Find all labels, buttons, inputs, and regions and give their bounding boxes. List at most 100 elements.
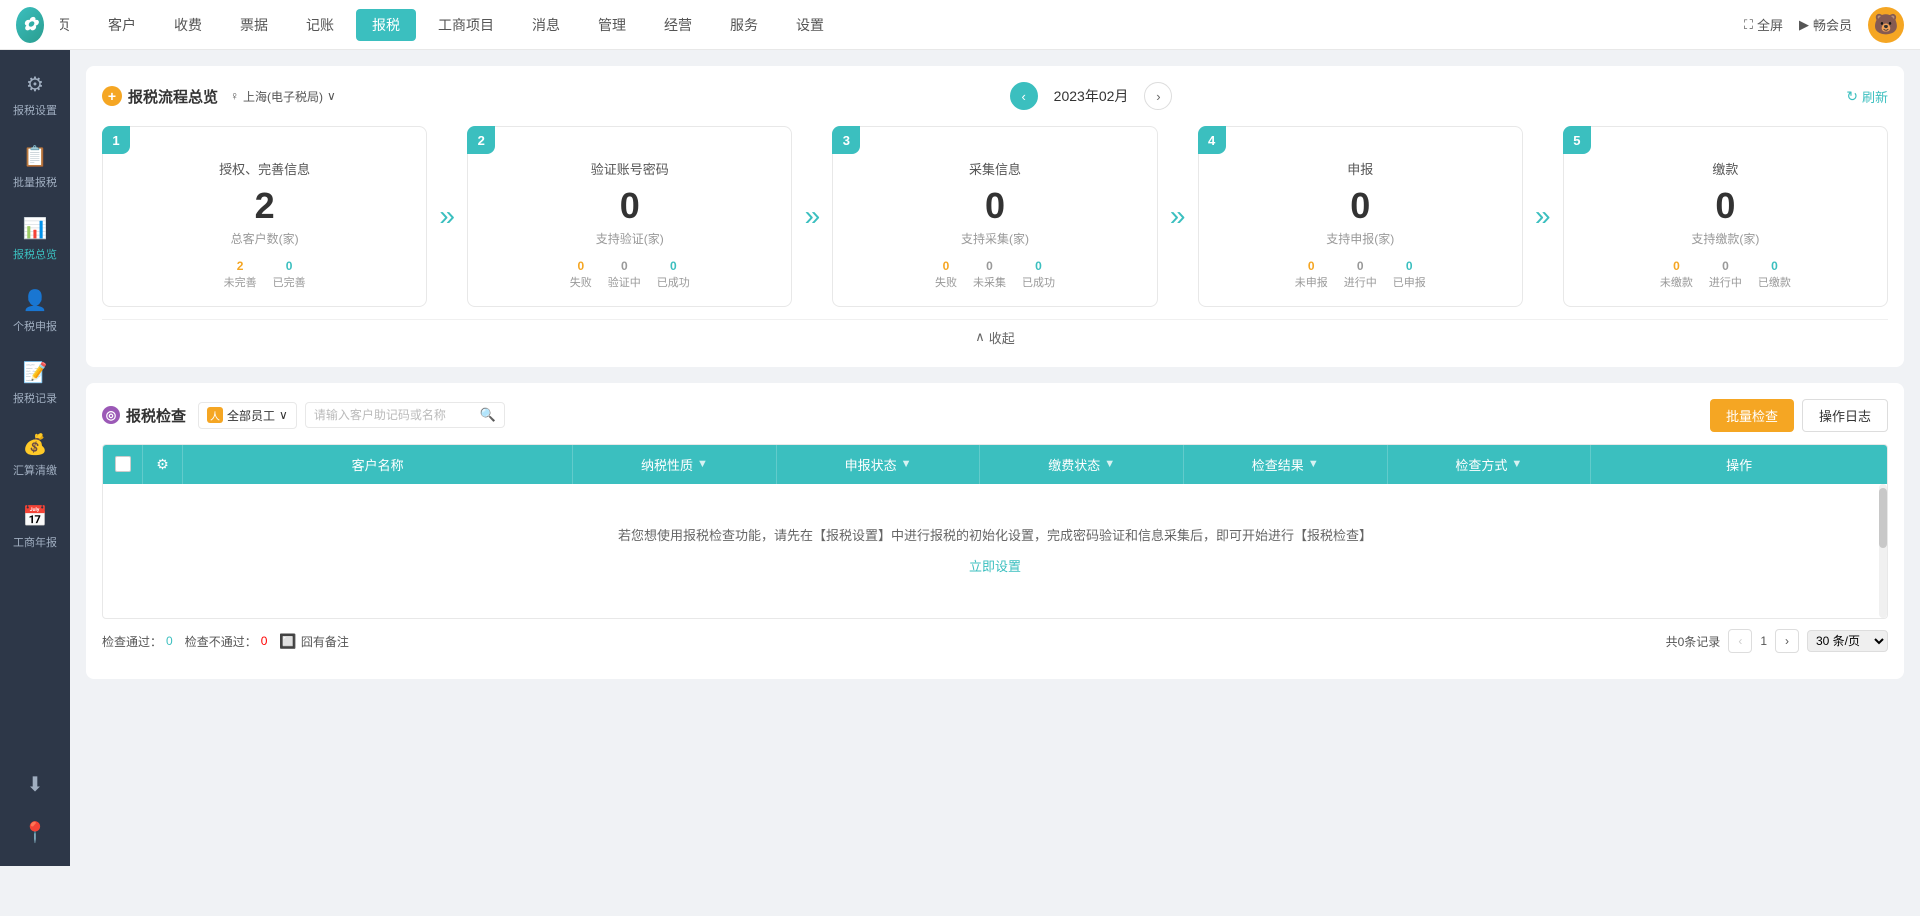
search-input[interactable] [314,408,474,422]
step-2-stat-1[interactable]: 0 验证中 [608,259,641,290]
prev-month-btn[interactable]: ‹ [1010,82,1038,110]
th-settings[interactable]: ⚙ [143,445,183,484]
sidebar-item-tax-record[interactable]: 📝 报税记录 [0,348,70,416]
step-5-stats: 0 未缴款 0 进行中 0 已缴款 [1580,259,1871,290]
member-icon: ▶ [1799,17,1809,33]
step-2-stat-1-label: 验证中 [608,274,641,290]
step-2-stat-2[interactable]: 0 已成功 [657,259,690,290]
nav-item-manage[interactable]: 管理 [582,9,642,41]
footer-fail-value[interactable]: 0 [261,634,268,648]
sidebar-item-batch-tax[interactable]: 📋 批量报税 [0,132,70,200]
step-1-stat-0[interactable]: 2 未完善 [224,259,257,290]
step-1-stat-1[interactable]: 0 已完善 [273,259,306,290]
step-4-card: 4 申报 0 支持申报(家) 0 未申报 0 进行中 0 已申报 [1198,126,1523,307]
arrow-1: » [427,126,467,307]
step-4-stat-0[interactable]: 0 未申报 [1295,259,1328,290]
footer-pass-value[interactable]: 0 [166,634,173,648]
th-tax-nature-filter-icon[interactable]: ▼ [697,458,708,470]
step-3-title: 采集信息 [849,151,1140,178]
table-scrollbar[interactable] [1879,484,1887,619]
step-2-number: 2 [467,126,495,154]
flow-location[interactable]: ♀ 上海(电子税局) ∨ [230,88,336,105]
th-declare-status-label: 申报状态 [845,455,897,474]
sidebar-item-location[interactable]: 📍 [0,808,70,856]
th-checkbox[interactable] [103,445,143,484]
th-pay-status: 缴费状态 ▼ [980,445,1184,484]
search-icon[interactable]: 🔍 [480,407,496,423]
table-empty: 若您想使用报税检查功能，请先在【报税设置】中进行报税的初始化设置，完成密码验证和… [103,484,1887,619]
fullscreen-label: 全屏 [1757,15,1783,34]
step-2-stat-0[interactable]: 0 失败 [570,259,592,290]
sidebar-item-personal-tax[interactable]: 👤 个税申报 [0,276,70,344]
settings-gear-icon: ⚙ [156,456,169,473]
arrow-2-icon: » [805,200,821,232]
sidebar-label-tax-settings: 报税设置 [13,102,57,118]
sidebar-bottom: ⬇ 📍 [0,760,70,866]
next-page-btn[interactable]: › [1775,629,1799,653]
refresh-btn[interactable]: ↻ 刷新 [1846,87,1888,106]
arrow-2: » [792,126,832,307]
sidebar-item-tax-overview[interactable]: 📊 报税总览 [0,204,70,272]
step-5-stat-0-label: 未缴款 [1660,274,1693,290]
nav-item-tax[interactable]: 报税 [356,9,416,41]
mascot[interactable]: 🐻 [1868,7,1904,43]
sidebar-label-personal-tax: 个税申报 [13,318,57,334]
step-3-stat-1-label: 未采集 [973,274,1006,290]
arrow-3: » [1158,126,1198,307]
nav-item-message[interactable]: 消息 [516,9,576,41]
th-check-method-filter-icon[interactable]: ▼ [1511,458,1522,470]
sidebar-label-batch-tax: 批量报税 [13,174,57,190]
batch-check-btn[interactable]: 批量检查 [1710,399,1794,432]
location-dropdown-icon: ∨ [327,89,336,103]
th-pay-filter-icon[interactable]: ▼ [1104,458,1115,470]
batch-tax-icon: 📋 [21,142,49,170]
th-declare-filter-icon[interactable]: ▼ [901,458,912,470]
next-month-btn[interactable]: › [1144,82,1172,110]
setup-link[interactable]: 立即设置 [969,555,1021,578]
nav-item-operation[interactable]: 经营 [648,9,708,41]
step-5-stat-0-value: 0 [1673,259,1680,273]
nav-item-service[interactable]: 服务 [714,9,774,41]
download-icon: ⬇ [21,770,49,798]
step-4-stat-2[interactable]: 0 已申报 [1393,259,1426,290]
header-checkbox[interactable] [115,456,131,472]
fullscreen-btn[interactable]: ⛶ 全屏 [1744,15,1783,34]
sidebar-item-tax-settings[interactable]: ⚙ 报税设置 [0,60,70,128]
step-2-stat-0-value: 0 [577,259,584,273]
nav-item-fee[interactable]: 收费 [158,9,218,41]
member-btn[interactable]: ▶ 畅会员 [1799,15,1852,34]
step-5-title: 缴款 [1580,151,1871,178]
sidebar-item-annual-report[interactable]: 📅 工商年报 [0,492,70,560]
nav-item-customer[interactable]: 客户 [92,9,152,41]
step-1-card: 1 授权、完善信息 2 总客户数(家) 2 未完善 0 已完善 [102,126,427,307]
nav-item-bills[interactable]: 票据 [224,9,284,41]
nav-item-settings[interactable]: 设置 [780,9,840,41]
step-1-stat-1-label: 已完善 [273,274,306,290]
step-5-stat-0[interactable]: 0 未缴款 [1660,259,1693,290]
step-3-stat-0[interactable]: 0 失败 [935,259,957,290]
step-4-stats: 0 未申报 0 进行中 0 已申报 [1215,259,1506,290]
nav-items: 首页 客户 收费 票据 记账 报税 工商项目 消息 管理 经营 服务 设置 [26,9,1744,41]
operation-log-btn[interactable]: 操作日志 [1802,399,1888,432]
th-check-result-filter-icon[interactable]: ▼ [1308,458,1319,470]
prev-page-btn[interactable]: ‹ [1728,629,1752,653]
logo[interactable]: ✿ [0,0,60,50]
step-1-number: 1 [102,126,130,154]
step-1-stat-0-value: 2 [237,259,244,273]
notes-icon: 🔲 [279,633,296,650]
sidebar-item-download[interactable]: ⬇ [0,760,70,808]
step-5-stat-2[interactable]: 0 已缴款 [1758,259,1791,290]
step-4-stat-1[interactable]: 0 进行中 [1344,259,1377,290]
sidebar-item-settlement[interactable]: 💰 汇算清缴 [0,420,70,488]
step-5-stat-1[interactable]: 0 进行中 [1709,259,1742,290]
step-4-big-number: 0 [1215,186,1506,226]
collapse-bar[interactable]: ∧ 收起 [102,320,1888,351]
step-3-stat-2[interactable]: 0 已成功 [1022,259,1055,290]
employee-filter[interactable]: 人 全部员工 ∨ [198,402,297,429]
footer-right: 共0条记录 ‹ 1 › 30 条/页 50 条/页 100 条/页 [1666,629,1888,653]
nav-item-accounting[interactable]: 记账 [290,9,350,41]
step-3-stat-1[interactable]: 0 未采集 [973,259,1006,290]
nav-item-commerce[interactable]: 工商项目 [422,9,510,41]
step-5-stat-1-label: 进行中 [1709,274,1742,290]
page-size-select[interactable]: 30 条/页 50 条/页 100 条/页 [1807,630,1888,652]
